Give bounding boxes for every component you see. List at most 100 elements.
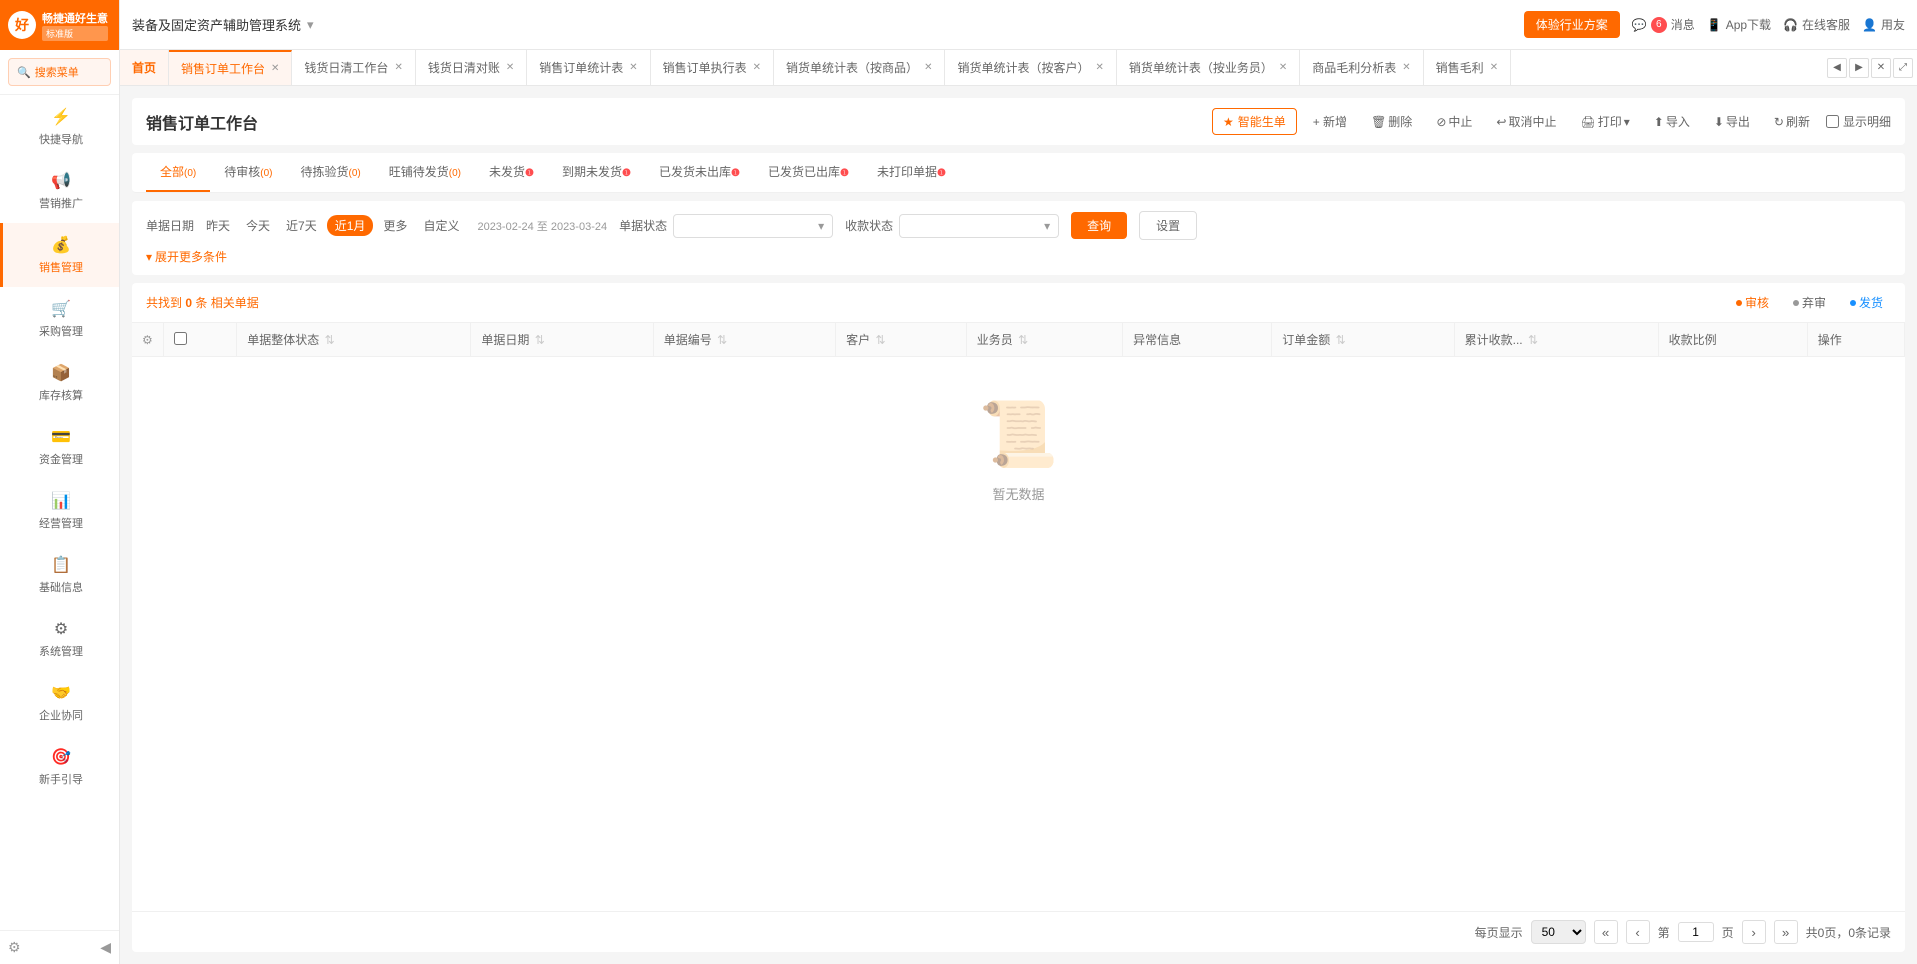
tab-close-sales-workbench[interactable]: ✕ (271, 63, 279, 74)
search-menu-button[interactable]: 🔍 搜索菜单 (8, 58, 111, 86)
settings-icon[interactable]: ⚙ (142, 333, 153, 347)
sidebar-search[interactable]: 🔍 搜索菜单 (0, 50, 119, 95)
sidebar-item-zijin[interactable]: 💳 资金管理 (0, 415, 119, 479)
expand-conditions-button[interactable]: ▾ 展开更多条件 (146, 248, 1891, 265)
date-more[interactable]: 更多 (377, 215, 413, 236)
sidebar-item-jichuxinxi[interactable]: 📋 基础信息 (0, 543, 119, 607)
reject-button[interactable]: 弃审 (1785, 291, 1834, 314)
sidebar-settings-button[interactable]: ⚙ (8, 939, 21, 956)
tab-cash-reconcile[interactable]: 钱货日清对账 ✕ (416, 50, 527, 86)
sidebar-item-xiaoshou[interactable]: 💰 销售管理 (0, 223, 119, 287)
tab-close-cash-daily[interactable]: ✕ (394, 62, 402, 73)
sidebar: 好 畅捷通好生意 标准版 🔍 搜索菜单 ⚡ 快捷导航 📢 营销推广 💰 销售管理… (0, 0, 120, 964)
send-button[interactable]: 发货 (1842, 291, 1891, 314)
tab-cash-daily[interactable]: 钱货日清工作台 ✕ (292, 50, 415, 86)
tab-close-cash-reconcile[interactable]: ✕ (506, 62, 514, 73)
sidebar-item-yingxiao[interactable]: 📢 营销推广 (0, 159, 119, 223)
tab-close-all[interactable]: ✕ (1871, 58, 1891, 78)
status-select[interactable]: ▾ (673, 214, 833, 238)
tab-scroll-left[interactable]: ◀ (1827, 58, 1847, 78)
col-amount[interactable]: 订单金额 ⇅ (1272, 323, 1454, 357)
date-yesterday[interactable]: 昨天 (200, 215, 236, 236)
tab-close-sales-by-staff[interactable]: ✕ (1279, 62, 1287, 73)
date-custom[interactable]: 自定义 (417, 215, 465, 236)
approve-button[interactable]: 审核 (1728, 291, 1777, 314)
col-cumulative[interactable]: 累计收款... ⇅ (1454, 323, 1658, 357)
tab-sales-exec[interactable]: 销售订单执行表 ✕ (651, 50, 774, 86)
add-button[interactable]: + 新增 (1305, 109, 1355, 134)
tab-sales-profit[interactable]: 销售毛利 ✕ (1424, 50, 1511, 86)
table-scroll[interactable]: ⚙ 单据整体状态 ⇅ 单据日期 ⇅ (132, 323, 1905, 911)
sidebar-collapse-button[interactable]: ◀ (100, 939, 111, 956)
tab-close-sales-stats[interactable]: ✕ (629, 62, 637, 73)
tab-sales-stats[interactable]: 销售订单统计表 ✕ (527, 50, 650, 86)
tab-home[interactable]: 首页 (120, 50, 169, 86)
tab-close-sales-by-customer[interactable]: ✕ (1095, 62, 1103, 73)
chevron-down-icon[interactable]: ▾ (307, 17, 314, 33)
online-service-button[interactable]: 🎧 在线客服 (1783, 16, 1850, 33)
tab-close-sales-exec[interactable]: ✕ (753, 62, 761, 73)
payment-select[interactable]: ▾ (899, 214, 1059, 238)
cancel-suspend-button[interactable]: ↩ 取消中止 (1488, 109, 1564, 134)
show-detail-label[interactable]: 显示明细 (1826, 113, 1891, 130)
filter-tab-wangpu[interactable]: 旺铺待发货(0) (375, 153, 475, 192)
page-prev[interactable]: ‹ (1626, 920, 1650, 944)
page-last[interactable]: » (1774, 920, 1798, 944)
filter-tab-shipped-not-out[interactable]: 已发货未出库❶ (645, 153, 754, 192)
col-number[interactable]: 单据编号 ⇅ (653, 323, 835, 357)
date-1month[interactable]: 近1月 (327, 215, 374, 236)
setting-button[interactable]: 设置 (1139, 211, 1197, 240)
date-today[interactable]: 今天 (240, 215, 276, 236)
col-customer[interactable]: 客户 ⇅ (836, 323, 967, 357)
tab-maximize[interactable]: ⤢ (1893, 58, 1913, 78)
filter-tab-shipped-out[interactable]: 已发货已出库❶ (754, 153, 863, 192)
filter-tab-all[interactable]: 全部(0) (146, 153, 210, 192)
filter-tab-pending-check[interactable]: 待拣验货(0) (287, 153, 375, 192)
user-button[interactable]: 👤 用友 (1862, 16, 1905, 33)
export-button[interactable]: ⬇ 导出 (1706, 109, 1758, 134)
show-detail-checkbox[interactable] (1826, 115, 1839, 128)
delete-button[interactable]: 🗑 删除 (1363, 109, 1420, 134)
sidebar-item-kucun[interactable]: 📦 库存核算 (0, 351, 119, 415)
query-button[interactable]: 查询 (1071, 212, 1127, 239)
tab-sales-by-product[interactable]: 销货单统计表（按商品） ✕ (774, 50, 945, 86)
industry-solution-button[interactable]: 体验行业方案 (1524, 11, 1620, 38)
sidebar-item-caigou[interactable]: 🛒 采购管理 (0, 287, 119, 351)
sidebar-item-jingying[interactable]: 📊 经营管理 (0, 479, 119, 543)
page-next[interactable]: › (1742, 920, 1766, 944)
print-button[interactable]: 🖨 打印 ▾ (1572, 109, 1637, 134)
filter-tab-not-printed[interactable]: 未打印单据❶ (863, 153, 960, 192)
col-settings[interactable]: ⚙ (132, 323, 163, 357)
refresh-button[interactable]: ↻ 刷新 (1766, 109, 1818, 134)
filter-tab-pending-review[interactable]: 待审核(0) (210, 153, 286, 192)
tab-sales-by-staff[interactable]: 销货单统计表（按业务员） ✕ (1117, 50, 1300, 86)
sidebar-item-xinshou[interactable]: 🎯 新手引导 (0, 735, 119, 799)
per-page-select[interactable]: 50 10 20 100 (1531, 920, 1586, 944)
app-download-button[interactable]: 📱 App下载 (1707, 16, 1771, 33)
table-section: 共找到 0 条 相关单据 审核 弃审 发货 (132, 283, 1905, 952)
tab-close-sales-by-product[interactable]: ✕ (924, 62, 932, 73)
tab-close-gross-margin[interactable]: ✕ (1402, 62, 1410, 73)
suspend-button[interactable]: ⊘ 中止 (1428, 109, 1480, 134)
tab-gross-margin[interactable]: 商品毛利分析表 ✕ (1300, 50, 1423, 86)
tab-close-sales-profit[interactable]: ✕ (1490, 62, 1498, 73)
message-button[interactable]: 💬 6 消息 (1632, 16, 1695, 33)
page-input[interactable] (1678, 922, 1714, 942)
select-all-checkbox[interactable] (174, 332, 187, 345)
import-button[interactable]: ⬆ 导入 (1646, 109, 1698, 134)
tab-sales-workbench[interactable]: 销售订单工作台 ✕ (169, 50, 292, 86)
col-status[interactable]: 单据整体状态 ⇅ (237, 323, 471, 357)
sidebar-item-qiye[interactable]: 🤝 企业协同 (0, 671, 119, 735)
date-7days[interactable]: 近7天 (280, 215, 323, 236)
tab-scroll-right[interactable]: ▶ (1849, 58, 1869, 78)
smart-generate-button[interactable]: ★ 智能生单 (1212, 108, 1297, 135)
page-first[interactable]: « (1594, 920, 1618, 944)
sidebar-item-xitong[interactable]: ⚙ 系统管理 (0, 607, 119, 671)
filter-tab-not-shipped[interactable]: 未发货❶ (475, 153, 548, 192)
tab-sales-by-customer[interactable]: 销货单统计表（按客户） ✕ (945, 50, 1116, 86)
print-icon: 🖨 (1580, 115, 1595, 129)
sidebar-item-kuaijie[interactable]: ⚡ 快捷导航 (0, 95, 119, 159)
col-date[interactable]: 单据日期 ⇅ (471, 323, 653, 357)
col-staff[interactable]: 业务员 ⇅ (966, 323, 1122, 357)
filter-tab-overdue-not-shipped[interactable]: 到期未发货❶ (548, 153, 645, 192)
